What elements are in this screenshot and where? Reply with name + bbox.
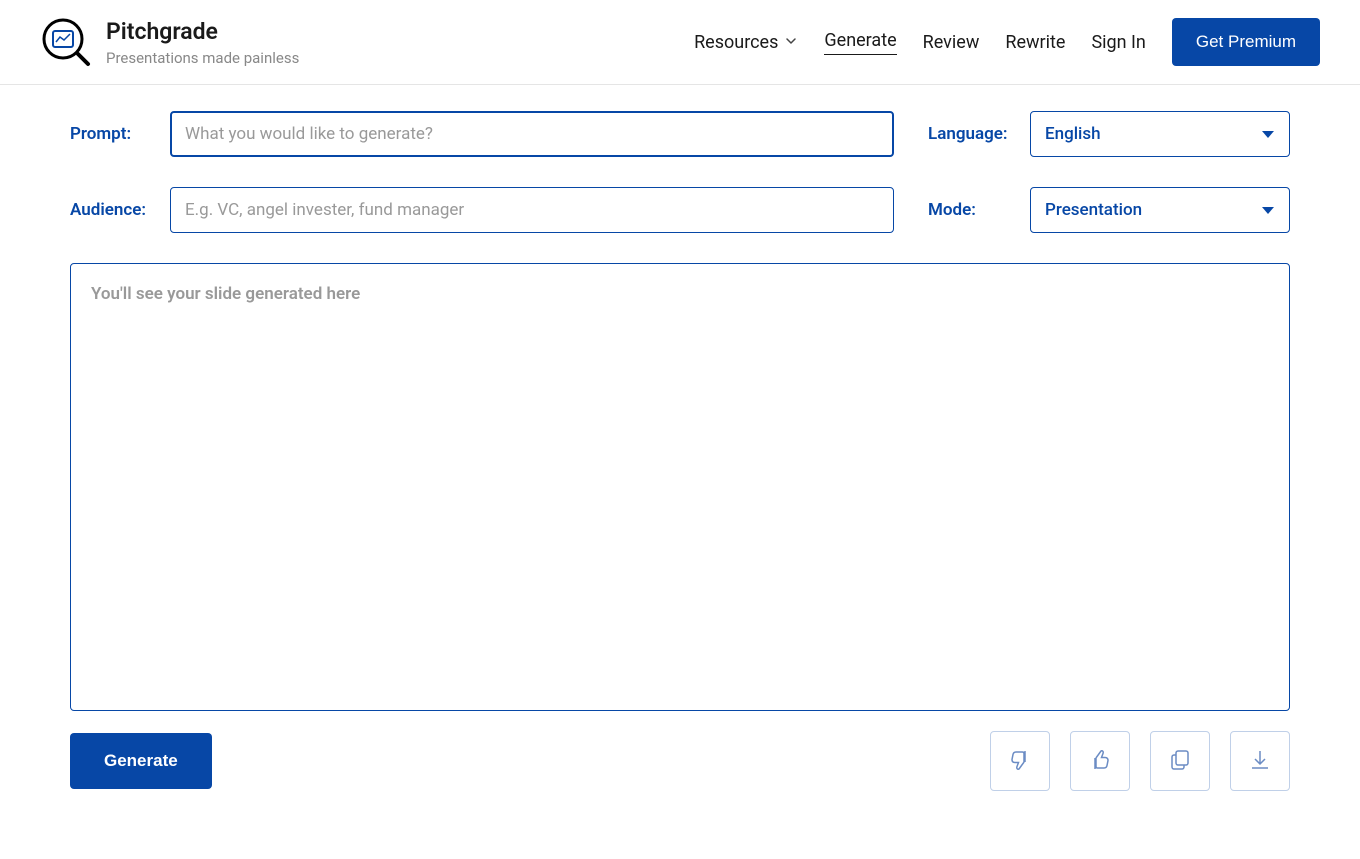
language-select[interactable]: English bbox=[1030, 111, 1290, 157]
thumbs-down-button[interactable] bbox=[990, 731, 1050, 791]
generate-button[interactable]: Generate bbox=[70, 733, 212, 789]
brand-text: Pitchgrade Presentations made painless bbox=[106, 18, 299, 67]
copy-button[interactable] bbox=[1150, 731, 1210, 791]
nav-signin-label: Sign In bbox=[1091, 32, 1145, 53]
thumbs-up-icon bbox=[1088, 748, 1112, 775]
output-placeholder: You'll see your slide generated here bbox=[91, 284, 360, 304]
audience-row: Audience: Mode: Presentation bbox=[70, 187, 1290, 233]
copy-icon bbox=[1168, 748, 1192, 775]
chevron-down-icon bbox=[784, 32, 798, 53]
nav-generate-label: Generate bbox=[824, 30, 896, 51]
mode-label: Mode: bbox=[928, 200, 1014, 220]
logo-icon bbox=[40, 16, 92, 68]
nav-review[interactable]: Review bbox=[923, 32, 980, 53]
nav-resources[interactable]: Resources bbox=[694, 32, 798, 53]
brand[interactable]: Pitchgrade Presentations made painless bbox=[40, 16, 299, 68]
thumbs-up-button[interactable] bbox=[1070, 731, 1130, 791]
nav-review-label: Review bbox=[923, 32, 980, 53]
language-label: Language: bbox=[928, 124, 1014, 144]
nav: Resources Generate Review Rewrite Sign I… bbox=[694, 18, 1320, 66]
thumbs-down-icon bbox=[1008, 748, 1032, 775]
actions-row: Generate bbox=[70, 731, 1290, 791]
prompt-row: Prompt: Language: English bbox=[70, 111, 1290, 157]
nav-rewrite-label: Rewrite bbox=[1005, 32, 1065, 53]
prompt-input[interactable] bbox=[170, 111, 894, 157]
icon-buttons bbox=[990, 731, 1290, 791]
header: Pitchgrade Presentations made painless R… bbox=[0, 0, 1360, 85]
nav-signin[interactable]: Sign In bbox=[1091, 32, 1145, 53]
audience-input[interactable] bbox=[170, 187, 894, 233]
output-area: You'll see your slide generated here bbox=[70, 263, 1290, 711]
mode-select[interactable]: Presentation bbox=[1030, 187, 1290, 233]
mode-value: Presentation bbox=[1045, 200, 1142, 220]
prompt-label: Prompt: bbox=[70, 124, 154, 144]
dropdown-arrow-icon bbox=[1261, 125, 1275, 144]
language-value: English bbox=[1045, 124, 1101, 144]
download-icon bbox=[1248, 748, 1272, 775]
get-premium-button[interactable]: Get Premium bbox=[1172, 18, 1320, 66]
nav-resources-label: Resources bbox=[694, 32, 778, 53]
dropdown-arrow-icon bbox=[1261, 201, 1275, 220]
brand-subtitle: Presentations made painless bbox=[106, 49, 299, 67]
download-button[interactable] bbox=[1230, 731, 1290, 791]
audience-label: Audience: bbox=[70, 200, 154, 220]
brand-title: Pitchgrade bbox=[106, 18, 299, 45]
nav-rewrite[interactable]: Rewrite bbox=[1005, 32, 1065, 53]
nav-generate[interactable]: Generate bbox=[824, 30, 896, 55]
main: Prompt: Language: English Audience: Mode… bbox=[0, 85, 1360, 817]
